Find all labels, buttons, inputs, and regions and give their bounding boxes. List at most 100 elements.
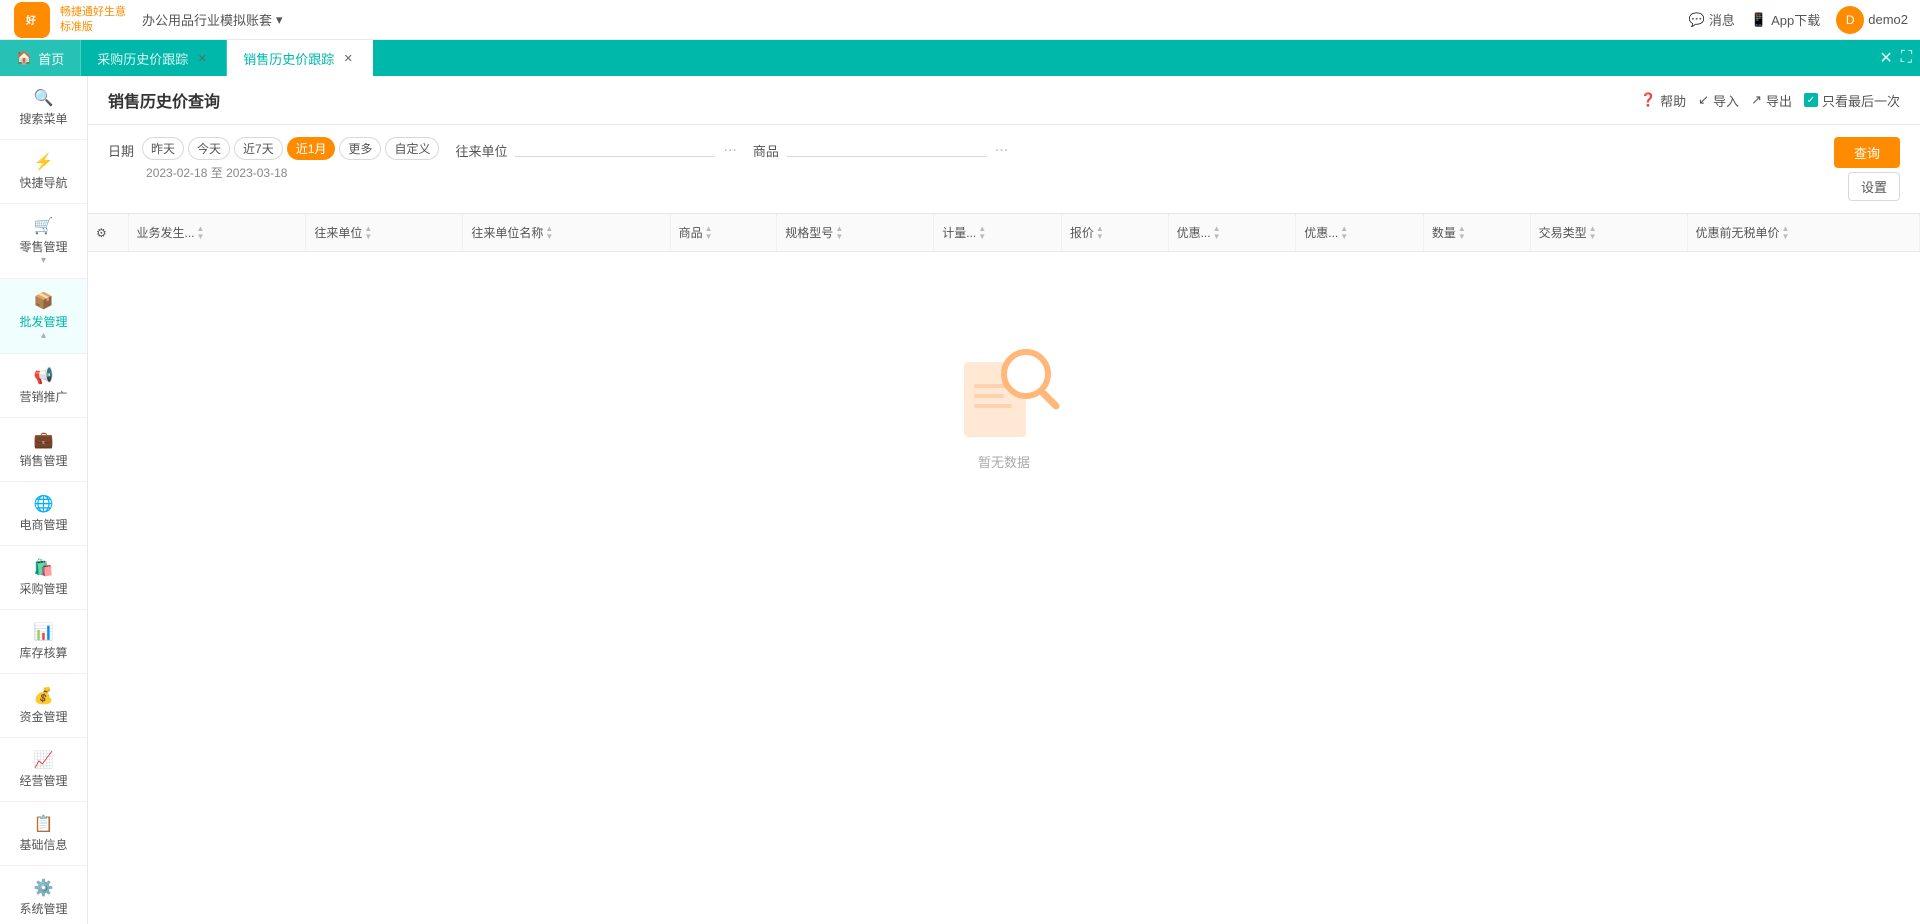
- top-bar: 好 畅捷通好生意 标准版 办公用品行业模拟账套 ▾ 💬 消息 📱 App下载 D…: [0, 0, 1920, 40]
- date-btn-custom[interactable]: 自定义: [385, 137, 439, 160]
- top-bar-left: 好 畅捷通好生意 标准版 办公用品行业模拟账套 ▾: [12, 0, 291, 40]
- retail-mgmt-icon: 🛒: [4, 216, 83, 236]
- sort-icon: ▲▼: [835, 225, 843, 241]
- app-selector[interactable]: 办公用品行业模拟账套 ▾: [134, 6, 291, 33]
- sort-icon: ▲▼: [1213, 225, 1221, 241]
- checkbox-icon: ✓: [1804, 93, 1818, 107]
- th-partner-code[interactable]: 往来单位 ▲▼: [306, 214, 463, 252]
- import-icon: ↙: [1698, 92, 1709, 108]
- message-icon: 💬: [1689, 12, 1705, 28]
- partner-input[interactable]: [515, 137, 715, 157]
- partner-picker-icon[interactable]: ...: [723, 138, 736, 156]
- th-spec[interactable]: 规格型号 ▲▼: [777, 214, 934, 252]
- gear-icon[interactable]: ⚙: [96, 226, 107, 240]
- search-menu-icon: 🔍: [4, 88, 83, 108]
- purchase-mgmt-icon: 🛍️: [4, 558, 83, 578]
- chevron-down-icon: ▾: [276, 12, 283, 28]
- date-btn-7days[interactable]: 近7天: [234, 137, 283, 160]
- sidebar-item-search-menu[interactable]: 🔍 搜索菜单: [0, 76, 87, 140]
- table-wrapper[interactable]: ⚙ 业务发生... ▲▼ 往来单位 ▲▼: [88, 214, 1920, 924]
- sidebar-item-operations[interactable]: 📈 经营管理: [0, 738, 87, 802]
- filter-dates: 昨天 今天 近7天 近1月 更多 自定义 2023-02-18 至 2023-0…: [142, 137, 439, 181]
- brand-text: 畅捷通好生意 标准版: [60, 5, 126, 34]
- date-btn-today[interactable]: 今天: [188, 137, 230, 160]
- sidebar-item-finance[interactable]: 💰 资金管理: [0, 674, 87, 738]
- data-table: ⚙ 业务发生... ▲▼ 往来单位 ▲▼: [88, 214, 1920, 252]
- tab-close-sales[interactable]: ✕: [340, 50, 356, 66]
- chevron-up-icon: ▴: [4, 330, 83, 341]
- sidebar-item-purchase-mgmt[interactable]: 🛍️ 采购管理: [0, 546, 87, 610]
- sidebar-item-marketing[interactable]: 📢 营销推广: [0, 354, 87, 418]
- sidebar-item-quick-nav[interactable]: ⚡ 快捷导航: [0, 140, 87, 204]
- sort-icon: ▲▼: [1458, 225, 1466, 241]
- export-button[interactable]: ↗ 导出: [1751, 91, 1792, 110]
- home-icon: 🏠: [16, 50, 32, 66]
- app-download-button[interactable]: 📱 App下载: [1751, 10, 1820, 29]
- sidebar-item-sales-mgmt[interactable]: 💼 销售管理: [0, 418, 87, 482]
- partner-input-group: ...: [515, 137, 736, 157]
- inventory-icon: 📊: [4, 622, 83, 642]
- date-btn-1month[interactable]: 近1月: [287, 137, 336, 160]
- goods-picker-icon[interactable]: ...: [995, 138, 1008, 156]
- th-trade-type[interactable]: 交易类型 ▲▼: [1530, 214, 1687, 252]
- close-all-tabs-button[interactable]: ✕: [1879, 48, 1892, 68]
- th-unit[interactable]: 计量... ▲▼: [934, 214, 1062, 252]
- partner-filter-label: 往来单位: [455, 137, 507, 160]
- settings-button[interactable]: 设置: [1848, 172, 1900, 201]
- date-btn-yesterday[interactable]: 昨天: [142, 137, 184, 160]
- main-layout: 🔍 搜索菜单 ⚡ 快捷导航 🛒 零售管理 ▾ 📦 批发管理 ▴ 📢 营销推广 💼…: [0, 76, 1920, 924]
- page-actions: ❓ 帮助 ↙ 导入 ↗ 导出 ✓ 只看最后一次: [1640, 91, 1900, 110]
- sidebar-item-basics[interactable]: 📋 基础信息: [0, 802, 87, 866]
- tab-sales-history[interactable]: 销售历史价跟踪 ✕: [227, 40, 373, 76]
- sidebar-item-inventory[interactable]: 📊 库存核算: [0, 610, 87, 674]
- tab-purchase-history[interactable]: 采购历史价跟踪 ✕: [81, 40, 227, 76]
- help-button[interactable]: ❓ 帮助: [1640, 91, 1686, 110]
- goods-filter-group: 商品 ...: [753, 137, 1008, 160]
- th-pre-tax[interactable]: 优惠前无税单价 ▲▼: [1687, 214, 1919, 252]
- empty-illustration: [944, 332, 1064, 452]
- brand-logo: 好: [12, 0, 52, 40]
- help-icon: ❓: [1640, 92, 1656, 108]
- date-btn-more[interactable]: 更多: [339, 137, 381, 160]
- message-button[interactable]: 💬 消息: [1689, 10, 1735, 29]
- th-discount1[interactable]: 优惠... ▲▼: [1168, 214, 1296, 252]
- svg-text:好: 好: [25, 14, 36, 27]
- sort-icon: ▲▼: [364, 225, 372, 241]
- sort-icon: ▲▼: [545, 225, 553, 241]
- filter-actions: 查询 设置: [1834, 137, 1900, 201]
- tab-close-purchase[interactable]: ✕: [194, 50, 210, 66]
- th-quote[interactable]: 报价 ▲▼: [1061, 214, 1168, 252]
- sort-icon: ▲▼: [1782, 225, 1790, 241]
- th-biz-date[interactable]: 业务发生... ▲▼: [128, 214, 306, 252]
- page-title: 销售历史价查询: [108, 88, 220, 112]
- query-button[interactable]: 查询: [1834, 137, 1900, 168]
- goods-input[interactable]: [787, 137, 987, 157]
- th-gear[interactable]: ⚙: [88, 214, 128, 252]
- sidebar-item-system[interactable]: ⚙️ 系统管理: [0, 866, 87, 924]
- sales-mgmt-icon: 💼: [4, 430, 83, 450]
- th-goods[interactable]: 商品 ▲▼: [670, 214, 777, 252]
- empty-text: 暂无数据: [978, 452, 1030, 471]
- sort-icon: ▲▼: [197, 225, 205, 241]
- page-header: 销售历史价查询 ❓ 帮助 ↙ 导入 ↗ 导出 ✓ 只看最后一次: [88, 76, 1920, 125]
- tab-home[interactable]: 🏠 首页: [0, 40, 81, 76]
- empty-state: 暂无数据: [88, 252, 1920, 551]
- th-partner-name[interactable]: 往来单位名称 ▲▼: [463, 214, 670, 252]
- ecommerce-icon: 🌐: [4, 494, 83, 514]
- content-area: 销售历史价查询 ❓ 帮助 ↙ 导入 ↗ 导出 ✓ 只看最后一次: [88, 76, 1920, 924]
- import-button[interactable]: ↙ 导入: [1698, 91, 1739, 110]
- th-qty[interactable]: 数量 ▲▼: [1423, 214, 1530, 252]
- marketing-icon: 📢: [4, 366, 83, 386]
- th-discount2[interactable]: 优惠... ▲▼: [1296, 214, 1424, 252]
- goods-filter-label: 商品: [753, 137, 779, 160]
- sidebar-item-wholesale-mgmt[interactable]: 📦 批发管理 ▴: [0, 279, 87, 354]
- only-last-toggle[interactable]: ✓ 只看最后一次: [1804, 91, 1900, 110]
- sidebar-item-retail-mgmt[interactable]: 🛒 零售管理 ▾: [0, 204, 87, 279]
- filter-bar: 日期 昨天 今天 近7天 近1月 更多 自定义 2023-02-18 至 202…: [88, 125, 1920, 214]
- sort-icon: ▲▼: [978, 225, 986, 241]
- sidebar-item-ecommerce[interactable]: 🌐 电商管理: [0, 482, 87, 546]
- wholesale-mgmt-icon: 📦: [4, 291, 83, 311]
- user-menu[interactable]: D demo2: [1836, 6, 1908, 34]
- avatar: D: [1836, 6, 1864, 34]
- maximize-button[interactable]: ⛶: [1901, 49, 1912, 67]
